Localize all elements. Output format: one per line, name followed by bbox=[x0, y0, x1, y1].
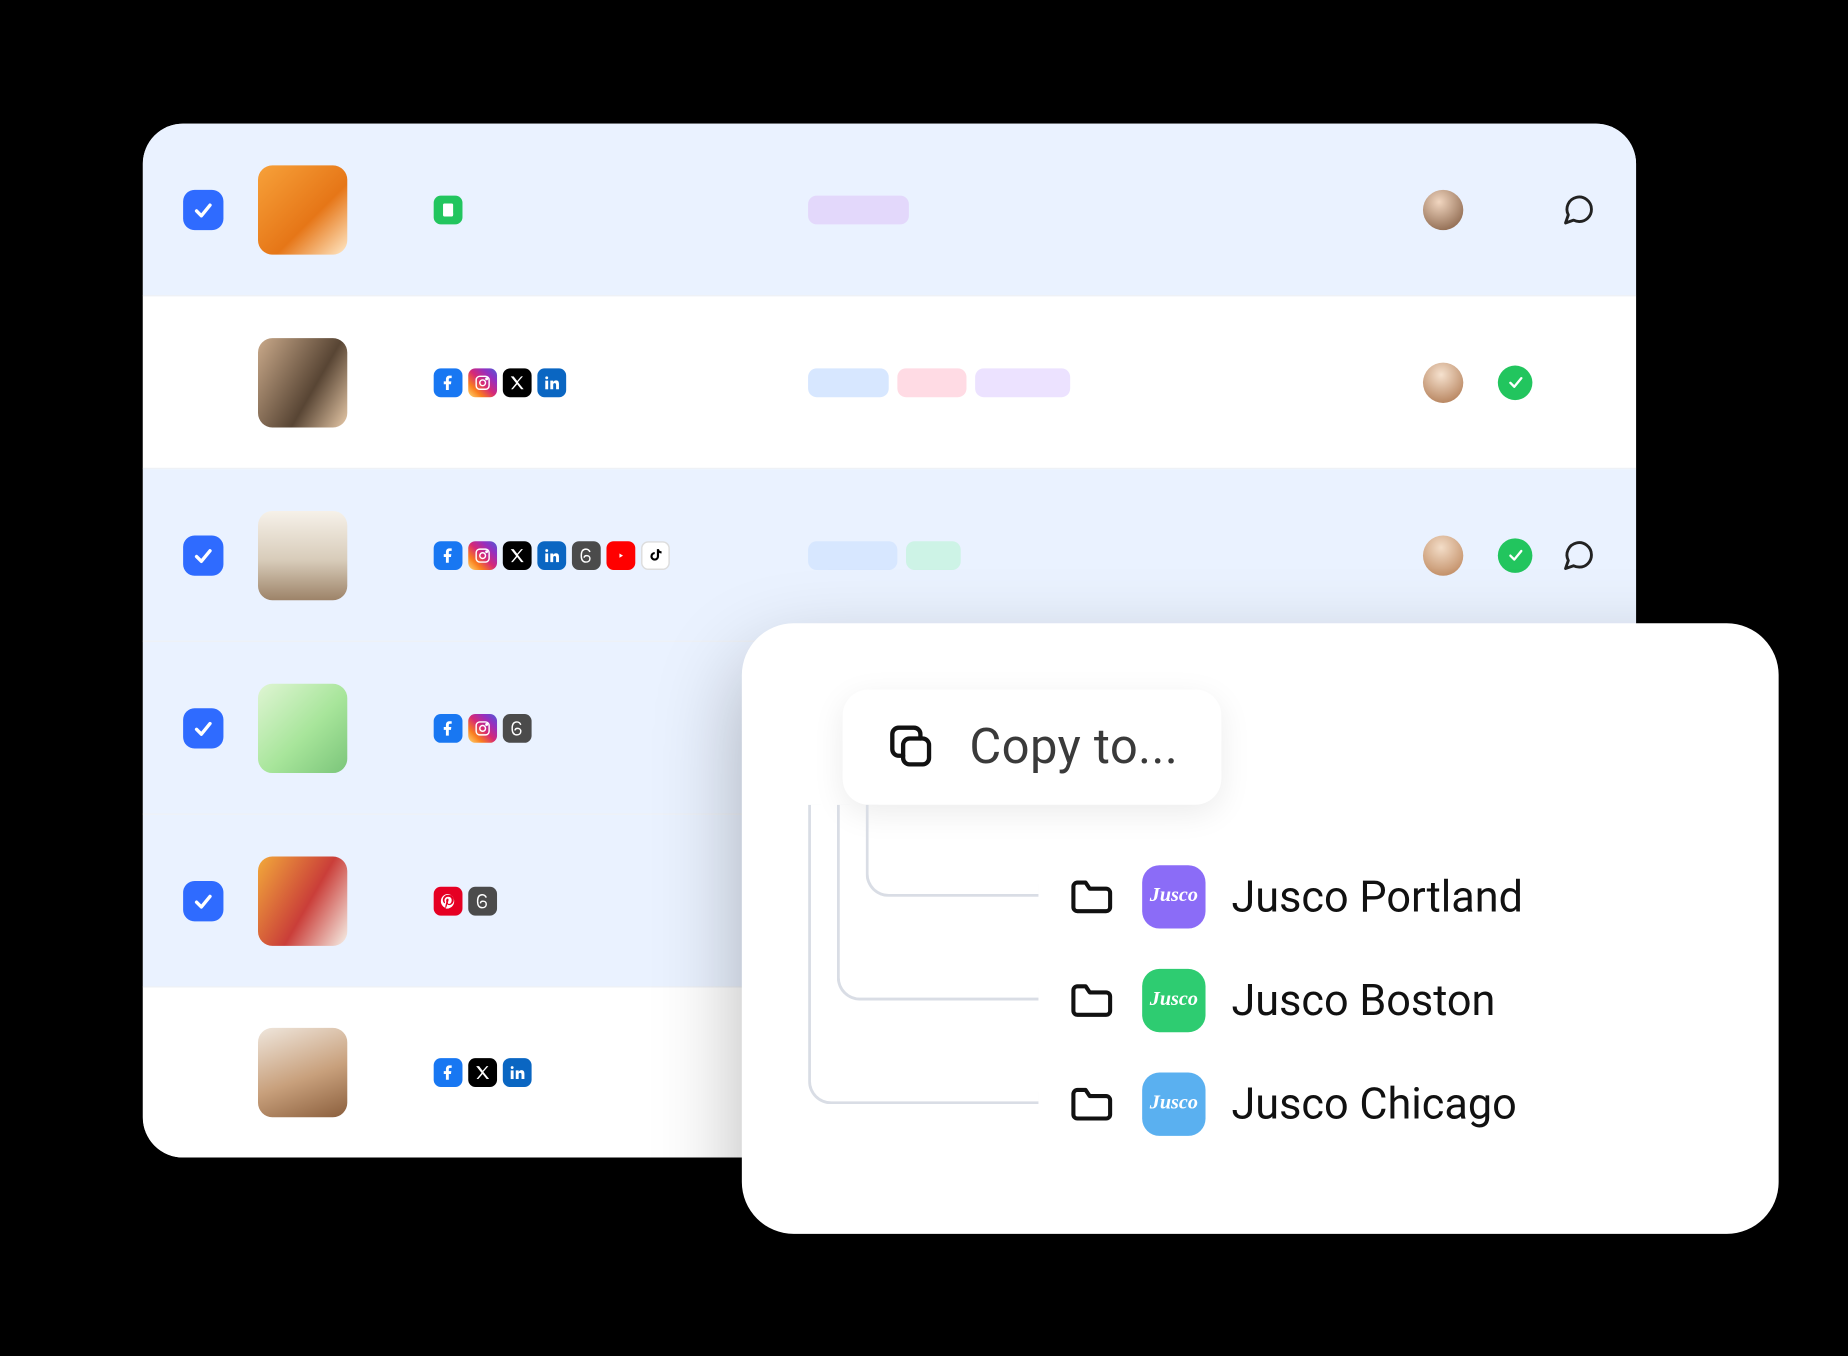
folder-icon bbox=[1067, 1080, 1116, 1129]
comment-icon[interactable] bbox=[1561, 538, 1596, 573]
x-twitter-icon bbox=[468, 1058, 497, 1087]
post-thumbnail[interactable] bbox=[258, 856, 347, 945]
facebook-icon bbox=[434, 540, 463, 569]
tag[interactable] bbox=[808, 195, 909, 224]
instagram-icon bbox=[468, 713, 497, 742]
post-row[interactable] bbox=[143, 469, 1636, 642]
facebook-icon bbox=[434, 368, 463, 397]
tag[interactable] bbox=[808, 540, 897, 569]
copy-destination[interactable]: Jusco Jusco Boston bbox=[1067, 949, 1703, 1053]
youtube-icon bbox=[606, 540, 635, 569]
row-checkbox[interactable] bbox=[183, 708, 223, 748]
post-thumbnail[interactable] bbox=[258, 165, 347, 254]
linkedin-icon bbox=[537, 368, 566, 397]
instagram-icon bbox=[468, 368, 497, 397]
assignee-avatar[interactable] bbox=[1423, 535, 1463, 575]
copy-to-header[interactable]: Copy to... bbox=[843, 690, 1222, 805]
brand-badge: Jusco bbox=[1142, 1073, 1205, 1136]
tag[interactable] bbox=[975, 368, 1070, 397]
destination-name: Jusco Boston bbox=[1231, 975, 1495, 1025]
social-icons bbox=[434, 540, 808, 569]
threads-icon bbox=[572, 540, 601, 569]
tag[interactable] bbox=[897, 368, 966, 397]
folder-icon bbox=[1067, 976, 1116, 1025]
tag[interactable] bbox=[906, 540, 961, 569]
approved-badge bbox=[1498, 538, 1533, 573]
post-tags bbox=[808, 540, 1182, 569]
comment-icon[interactable] bbox=[1561, 192, 1596, 227]
library-icon bbox=[434, 195, 463, 224]
row-checkbox[interactable] bbox=[183, 880, 223, 920]
row-checkbox[interactable] bbox=[183, 535, 223, 575]
folder-icon bbox=[1067, 872, 1116, 921]
destination-name: Jusco Portland bbox=[1231, 872, 1523, 922]
x-twitter-icon bbox=[503, 368, 532, 397]
brand-badge: Jusco bbox=[1142, 865, 1205, 928]
destination-name: Jusco Chicago bbox=[1231, 1079, 1516, 1129]
threads-icon bbox=[468, 886, 497, 915]
assignee-avatar[interactable] bbox=[1423, 362, 1463, 402]
row-checkbox[interactable] bbox=[183, 362, 223, 402]
post-thumbnail[interactable] bbox=[258, 510, 347, 599]
pinterest-icon bbox=[434, 886, 463, 915]
tag[interactable] bbox=[808, 368, 889, 397]
facebook-icon bbox=[434, 713, 463, 742]
social-icons bbox=[434, 368, 808, 397]
instagram-icon bbox=[468, 540, 497, 569]
linkedin-icon bbox=[503, 1058, 532, 1087]
post-thumbnail[interactable] bbox=[258, 1028, 347, 1117]
social-icons bbox=[434, 195, 808, 224]
linkedin-icon bbox=[537, 540, 566, 569]
assignee-avatar[interactable] bbox=[1423, 189, 1463, 229]
copy-destination[interactable]: Jusco Jusco Portland bbox=[1067, 845, 1703, 949]
post-row[interactable] bbox=[143, 296, 1636, 469]
row-checkbox[interactable] bbox=[183, 1052, 223, 1092]
x-twitter-icon bbox=[503, 540, 532, 569]
post-thumbnail[interactable] bbox=[258, 683, 347, 772]
copy-destination[interactable]: Jusco Jusco Chicago bbox=[1067, 1052, 1703, 1156]
post-thumbnail[interactable] bbox=[258, 337, 347, 426]
post-row[interactable] bbox=[143, 124, 1636, 297]
threads-icon bbox=[503, 713, 532, 742]
post-tags bbox=[808, 195, 1182, 224]
tiktok-icon bbox=[641, 540, 670, 569]
facebook-icon bbox=[434, 1058, 463, 1087]
copy-to-popover: Copy to... JuscoJusco PortlandJuscoJusco… bbox=[742, 623, 1779, 1234]
approved-badge bbox=[1498, 365, 1533, 400]
copy-to-label: Copy to... bbox=[969, 718, 1178, 776]
brand-badge: Jusco bbox=[1142, 969, 1205, 1032]
copy-icon bbox=[886, 721, 938, 773]
post-tags bbox=[808, 368, 1182, 397]
row-checkbox[interactable] bbox=[183, 189, 223, 229]
